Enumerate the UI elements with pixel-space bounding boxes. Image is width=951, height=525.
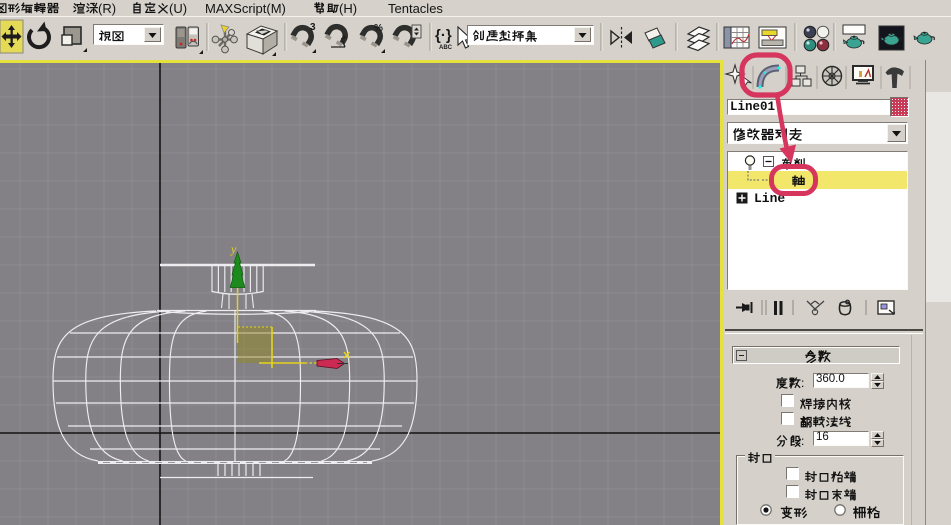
svg-text:%: % <box>374 23 383 34</box>
svg-text:3: 3 <box>310 22 316 33</box>
svg-text:ABC: ABC <box>439 45 453 51</box>
svg-text:y: y <box>230 242 237 256</box>
svg-text:{·}: {·} <box>435 27 452 44</box>
